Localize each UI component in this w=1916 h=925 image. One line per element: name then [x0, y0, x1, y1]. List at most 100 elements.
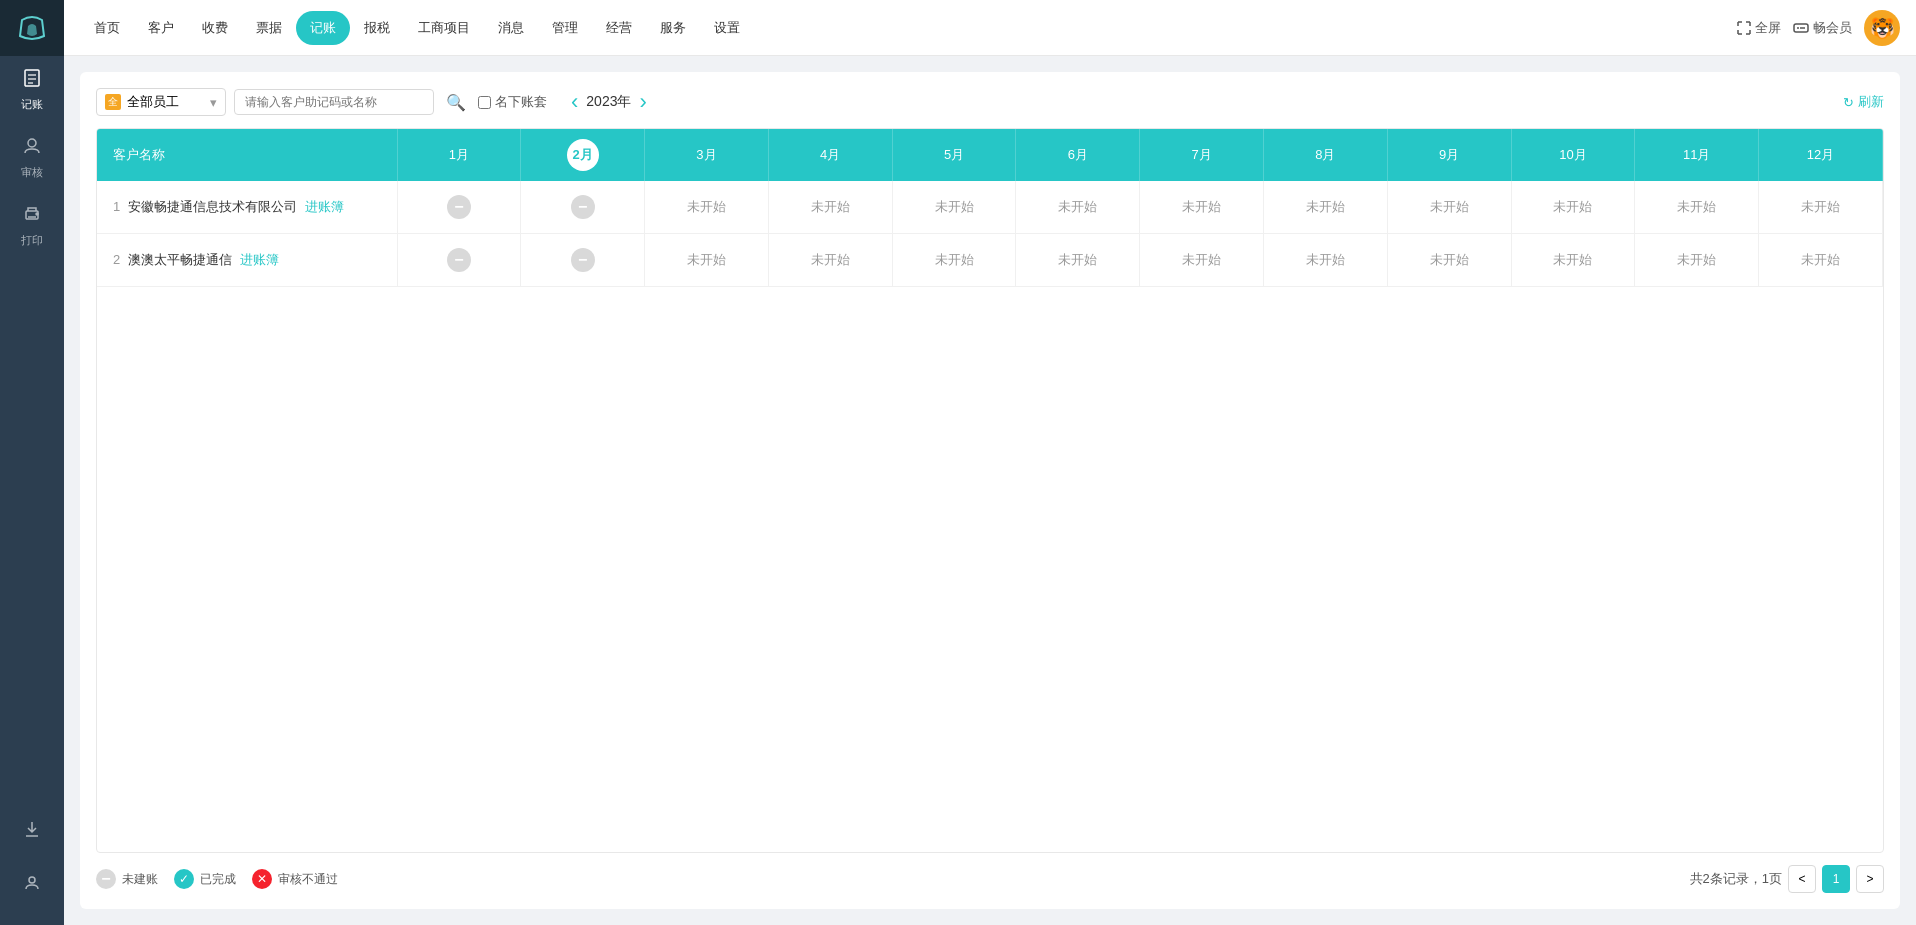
legend-dot-teal: ✓ — [174, 869, 194, 889]
vip-label: 畅会员 — [1813, 19, 1852, 37]
table-cell-m1: − — [397, 181, 521, 234]
search-icon: 🔍 — [446, 94, 466, 111]
nav-message[interactable]: 消息 — [484, 11, 538, 45]
refresh-label: 刷新 — [1858, 93, 1884, 111]
table-cell-m6: 未开始 — [1016, 181, 1140, 234]
page-prev-button[interactable]: < — [1788, 865, 1816, 893]
not-started-text: 未开始 — [1058, 199, 1097, 214]
nav-operation[interactable]: 经营 — [592, 11, 646, 45]
legend-label-done: 已完成 — [200, 871, 236, 888]
row-index: 2 — [113, 252, 120, 267]
refresh-button[interactable]: ↻ 刷新 — [1843, 93, 1884, 111]
status-dash-icon: − — [571, 248, 595, 272]
col-m6: 6月 — [1016, 129, 1140, 181]
not-started-text: 未开始 — [1801, 199, 1840, 214]
sidebar-bottom — [0, 807, 64, 925]
nav-settings[interactable]: 设置 — [700, 11, 754, 45]
sidebar-item-label: 打印 — [21, 233, 43, 248]
table-cell-m11: 未开始 — [1635, 181, 1759, 234]
nav-customer[interactable]: 客户 — [134, 11, 188, 45]
not-started-text: 未开始 — [1553, 199, 1592, 214]
table-cell-m4: 未开始 — [768, 234, 892, 287]
sidebar: 记账 审核 打印 — [0, 0, 64, 925]
fullscreen-button[interactable]: 全屏 — [1737, 19, 1781, 37]
total-records: 共2条记录，1页 — [1690, 870, 1782, 888]
underaccount-checkbox[interactable] — [478, 96, 491, 109]
nav-fees[interactable]: 收费 — [188, 11, 242, 45]
next-icon: › — [639, 89, 646, 115]
topnav-right: 全屏 畅会员 🐯 — [1737, 10, 1900, 46]
svg-point-8 — [29, 877, 35, 883]
table-cell-m12: 未开始 — [1759, 181, 1883, 234]
employee-icon: 全 — [105, 94, 121, 110]
avatar[interactable]: 🐯 — [1864, 10, 1900, 46]
print-icon — [22, 204, 42, 229]
status-dash-icon: − — [571, 195, 595, 219]
employee-select[interactable]: 全 全部员工 ▾ — [96, 88, 226, 116]
not-started-text: 未开始 — [1553, 252, 1592, 267]
not-started-text: 未开始 — [1430, 252, 1469, 267]
col-m2: 2月 — [521, 129, 645, 181]
page-next-button[interactable]: > — [1856, 865, 1884, 893]
table-cell-m3: 未开始 — [645, 234, 769, 287]
sidebar-item-download[interactable] — [0, 807, 64, 856]
nav-service[interactable]: 服务 — [646, 11, 700, 45]
book-icon — [22, 68, 42, 93]
not-started-text: 未开始 — [1306, 252, 1345, 267]
legend-label-not-started: 未建账 — [122, 871, 158, 888]
checkbox-text: 名下账套 — [495, 93, 547, 111]
pagination: 共2条记录，1页 < 1 > — [1690, 865, 1884, 893]
year-display: 2023年 — [586, 93, 631, 111]
table-cell-m3: 未开始 — [645, 181, 769, 234]
sidebar-item-bookkeeping[interactable]: 记账 — [0, 56, 64, 124]
col-m11: 11月 — [1635, 129, 1759, 181]
svg-point-6 — [36, 213, 38, 215]
not-started-text: 未开始 — [687, 199, 726, 214]
table-cell-m5: 未开始 — [892, 234, 1016, 287]
enter-ledger-link[interactable]: 进账簿 — [240, 252, 279, 267]
user2-icon — [22, 872, 42, 897]
sidebar-item-review[interactable]: 审核 — [0, 124, 64, 192]
table-wrapper: 客户名称 1月 2月 3月 4月 5月 6月 7月 8月 9月 — [96, 128, 1884, 853]
table-cell-m12: 未开始 — [1759, 234, 1883, 287]
vip-button[interactable]: 畅会员 — [1793, 19, 1852, 37]
not-started-text: 未开始 — [1182, 199, 1221, 214]
year-prev-button[interactable]: ‹ — [571, 89, 578, 115]
legend-rejected: ✕ 审核不通过 — [252, 869, 338, 889]
col-m4: 4月 — [768, 129, 892, 181]
nav-tax[interactable]: 报税 — [350, 11, 404, 45]
search-input[interactable] — [234, 89, 434, 115]
not-started-text: 未开始 — [811, 199, 850, 214]
table-cell-m10: 未开始 — [1511, 181, 1635, 234]
nav-home[interactable]: 首页 — [80, 11, 134, 45]
legend-done: ✓ 已完成 — [174, 869, 236, 889]
nav-business[interactable]: 工商项目 — [404, 11, 484, 45]
nav-manage[interactable]: 管理 — [538, 11, 592, 45]
table-cell-m2: − — [521, 234, 645, 287]
sidebar-logo[interactable] — [0, 0, 64, 56]
year-next-button[interactable]: › — [639, 89, 646, 115]
sidebar-item-print[interactable]: 打印 — [0, 192, 64, 260]
page-1-button[interactable]: 1 — [1822, 865, 1850, 893]
not-started-text: 未开始 — [1182, 252, 1221, 267]
table-footer: − 未建账 ✓ 已完成 ✕ 审核不通过 共2条记录，1 — [96, 865, 1884, 893]
fullscreen-label: 全屏 — [1755, 19, 1781, 37]
svg-point-4 — [28, 139, 36, 147]
avatar-emoji: 🐯 — [1870, 16, 1895, 40]
checkbox-label[interactable]: 名下账套 — [478, 93, 547, 111]
prev-icon: ‹ — [571, 89, 578, 115]
table-cell-m2: − — [521, 181, 645, 234]
active-month-circle: 2月 — [567, 139, 599, 171]
search-button[interactable]: 🔍 — [442, 89, 470, 116]
not-started-text: 未开始 — [935, 199, 974, 214]
nav-bookkeeping[interactable]: 记账 — [296, 11, 350, 45]
enter-ledger-link[interactable]: 进账簿 — [305, 199, 344, 214]
sidebar-item-user2[interactable] — [0, 860, 64, 909]
table-cell-m4: 未开始 — [768, 181, 892, 234]
content-card: 全 全部员工 ▾ 🔍 名下账套 ‹ 2023年 — [80, 72, 1900, 909]
nav-invoice[interactable]: 票据 — [242, 11, 296, 45]
table-cell-m10: 未开始 — [1511, 234, 1635, 287]
employee-label: 全部员工 — [127, 93, 179, 111]
topnav: 首页 客户 收费 票据 记账 报税 工商项目 消息 管理 经营 服务 设置 全屏… — [64, 0, 1916, 56]
toolbar: 全 全部员工 ▾ 🔍 名下账套 ‹ 2023年 — [96, 88, 1884, 116]
